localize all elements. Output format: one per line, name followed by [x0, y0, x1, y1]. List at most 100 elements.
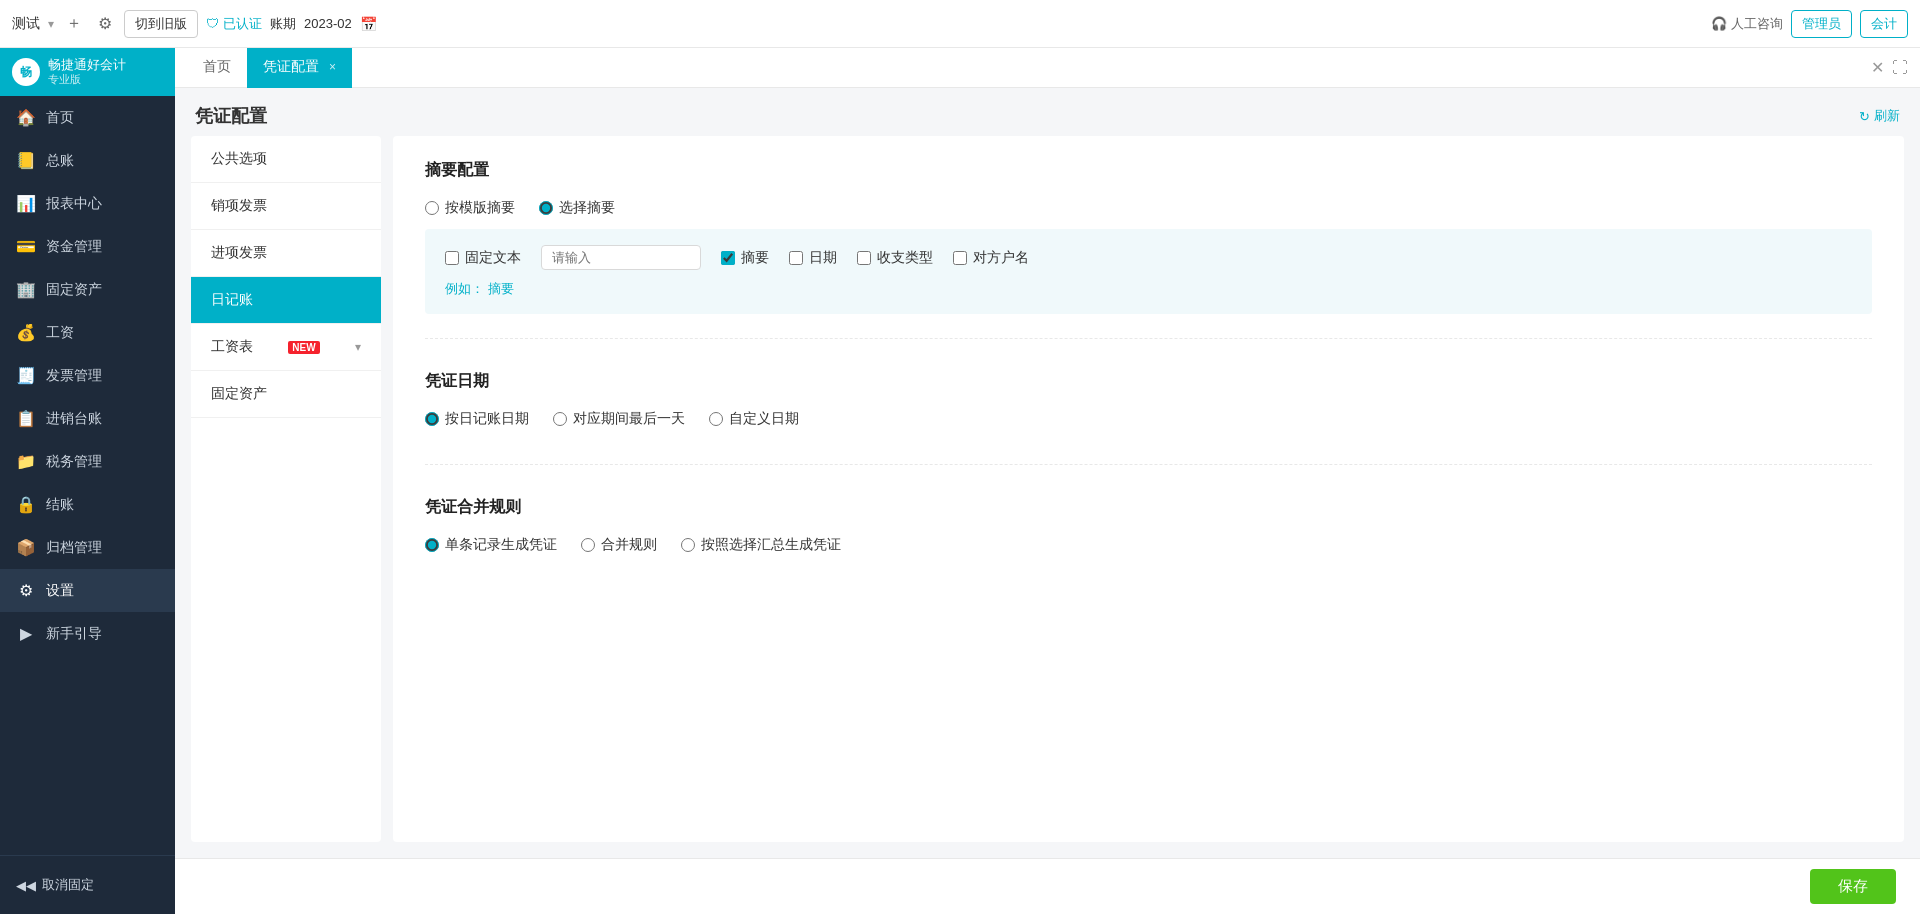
template-radio-label[interactable]: 按模版摘要: [425, 199, 515, 217]
journal-date-radio[interactable]: [425, 412, 439, 426]
tab-home-label: 首页: [203, 58, 231, 76]
fixed-text-checkbox-label[interactable]: 固定文本: [445, 249, 521, 267]
logo-text: 畅捷通好会计: [48, 57, 126, 73]
income-type-checkbox-label[interactable]: 收支类型: [857, 249, 933, 267]
admin-button[interactable]: 管理员: [1791, 10, 1852, 38]
tab-home[interactable]: 首页: [187, 48, 247, 88]
nav-item-purchase[interactable]: 进项发票: [191, 230, 381, 277]
journal-date-radio-label[interactable]: 按日记账日期: [425, 410, 529, 428]
nav-item-sales[interactable]: 销项发票: [191, 183, 381, 230]
single-record-radio[interactable]: [425, 538, 439, 552]
sidebar-item-invoice[interactable]: 🧾 发票管理: [0, 354, 175, 397]
workspace-name[interactable]: 测试: [12, 15, 40, 33]
top-header: 测试 ▾ ＋ ⚙ 切到旧版 🛡 已认证 账期 2023-02 📅 🎧 人工咨询 …: [0, 0, 1920, 48]
sidebar-label-salary: 工资: [46, 324, 74, 342]
fixed-text-input[interactable]: [541, 245, 701, 270]
merge-radio-row: 单条记录生成凭证 合并规则 按照选择汇总生成凭证: [425, 536, 1872, 554]
page-title: 凭证配置: [195, 104, 267, 128]
accountant-button[interactable]: 会计: [1860, 10, 1908, 38]
sidebar-bottom: ◀◀ 取消固定: [0, 855, 175, 914]
left-nav: 公共选项 销项发票 进项发票 日记账 工资表 NEW ▾: [191, 136, 381, 842]
add-workspace-button[interactable]: ＋: [62, 9, 86, 38]
period-last-radio-label[interactable]: 对应期间最后一天: [553, 410, 685, 428]
custom-date-radio[interactable]: [709, 412, 723, 426]
counterpart-checkbox[interactable]: [953, 251, 967, 265]
calendar-icon[interactable]: 📅: [360, 16, 377, 32]
sidebar-item-trade[interactable]: 📋 进销台账: [0, 397, 175, 440]
sidebar-label-home: 首页: [46, 109, 74, 127]
sidebar-item-ledger[interactable]: 📒 总账: [0, 139, 175, 182]
switch-version-button[interactable]: 切到旧版: [124, 10, 198, 38]
sidebar-item-salary[interactable]: 💰 工资: [0, 311, 175, 354]
close-tab-button[interactable]: ✕: [1871, 58, 1884, 77]
select-merge-radio[interactable]: [681, 538, 695, 552]
merge-section-title: 凭证合并规则: [425, 497, 1872, 518]
date-radio-row: 按日记账日期 对应期间最后一天 自定义日期: [425, 410, 1872, 428]
custom-date-radio-label[interactable]: 自定义日期: [709, 410, 799, 428]
summary-section-title: 摘要配置: [425, 160, 1872, 181]
report-icon: 📊: [16, 194, 36, 213]
sidebar-item-guide[interactable]: ▶ 新手引导: [0, 612, 175, 655]
summary-radio-row: 按模版摘要 选择摘要: [425, 199, 1872, 217]
period-last-radio[interactable]: [553, 412, 567, 426]
tab-bar-right: ✕ ⛶: [1871, 58, 1908, 77]
nav-item-fixed-asset[interactable]: 固定资产: [191, 371, 381, 418]
income-type-checkbox[interactable]: [857, 251, 871, 265]
sidebar-item-report[interactable]: 📊 报表中心: [0, 182, 175, 225]
summary-checkbox-label[interactable]: 摘要: [721, 249, 769, 267]
merge-rule-radio-label[interactable]: 合并规则: [581, 536, 657, 554]
settings-gear-button[interactable]: ⚙: [94, 10, 116, 37]
cancel-fixed-label: 取消固定: [42, 876, 94, 894]
single-record-radio-label[interactable]: 单条记录生成凭证: [425, 536, 557, 554]
select-summary-radio[interactable]: [539, 201, 553, 215]
summary-section: 摘要配置 按模版摘要 选择摘要: [425, 160, 1872, 339]
sidebar-item-tax[interactable]: 📁 税务管理: [0, 440, 175, 483]
select-merge-radio-label[interactable]: 按照选择汇总生成凭证: [681, 536, 841, 554]
close-account-icon: 🔒: [16, 495, 36, 514]
voucher-page: 凭证配置 ↻ 刷新 公共选项 销项发票 进项发票: [175, 88, 1920, 914]
example-text: 例如： 摘要: [445, 280, 1852, 298]
merge-rule-radio[interactable]: [581, 538, 595, 552]
tab-voucher-label: 凭证配置: [263, 58, 319, 76]
nav-item-payroll[interactable]: 工资表 NEW ▾: [191, 324, 381, 371]
fixed-text-checkbox[interactable]: [445, 251, 459, 265]
main-layout: 畅 畅捷通好会计 专业版 🏠 首页 📒 总账 📊 报表中心 💳 资金管理: [0, 48, 1920, 914]
template-radio[interactable]: [425, 201, 439, 215]
chevron-down-icon[interactable]: ▾: [48, 17, 54, 31]
date-checkbox[interactable]: [789, 251, 803, 265]
tab-voucher-config[interactable]: 凭证配置 ×: [247, 48, 352, 88]
sidebar-item-asset[interactable]: 🏢 固定资产: [0, 268, 175, 311]
content-area: 首页 凭证配置 × ✕ ⛶ 凭证配置 ↻ 刷新: [175, 48, 1920, 914]
sidebar-label-archive: 归档管理: [46, 539, 102, 557]
sidebar-logo: 畅 畅捷通好会计 专业版: [0, 48, 175, 96]
close-tab-icon[interactable]: ×: [329, 60, 336, 74]
sidebar-label-guide: 新手引导: [46, 625, 102, 643]
refresh-button[interactable]: ↻ 刷新: [1859, 107, 1900, 125]
summary-checkbox[interactable]: [721, 251, 735, 265]
headset-icon: 🎧: [1711, 16, 1727, 31]
cancel-fixed-button[interactable]: ◀◀ 取消固定: [0, 866, 175, 904]
expand-icon: ▾: [355, 340, 361, 354]
sidebar-item-fund[interactable]: 💳 资金管理: [0, 225, 175, 268]
sidebar-item-close[interactable]: 🔒 结账: [0, 483, 175, 526]
date-checkbox-label[interactable]: 日期: [789, 249, 837, 267]
settings-icon: ⚙: [16, 581, 36, 600]
counterpart-checkbox-label[interactable]: 对方户名: [953, 249, 1029, 267]
fund-icon: 💳: [16, 237, 36, 256]
tab-bar: 首页 凭证配置 × ✕ ⛶: [175, 48, 1920, 88]
sidebar-item-home[interactable]: 🏠 首页: [0, 96, 175, 139]
date-section: 凭证日期 按日记账日期 对应期间最后一天: [425, 371, 1872, 465]
expand-tab-button[interactable]: ⛶: [1892, 59, 1908, 77]
save-button[interactable]: 保存: [1810, 869, 1896, 904]
logo-text-block: 畅捷通好会计 专业版: [48, 57, 126, 88]
nav-item-public[interactable]: 公共选项: [191, 136, 381, 183]
sidebar-item-archive[interactable]: 📦 归档管理: [0, 526, 175, 569]
asset-icon: 🏢: [16, 280, 36, 299]
sidebar: 畅 畅捷通好会计 专业版 🏠 首页 📒 总账 📊 报表中心 💳 资金管理: [0, 48, 175, 914]
consult-button[interactable]: 🎧 人工咨询: [1711, 15, 1783, 33]
pin-icon: ◀◀: [16, 878, 36, 893]
sidebar-item-settings[interactable]: ⚙ 设置: [0, 569, 175, 612]
salary-icon: 💰: [16, 323, 36, 342]
select-summary-radio-label[interactable]: 选择摘要: [539, 199, 615, 217]
nav-item-journal[interactable]: 日记账: [191, 277, 381, 324]
